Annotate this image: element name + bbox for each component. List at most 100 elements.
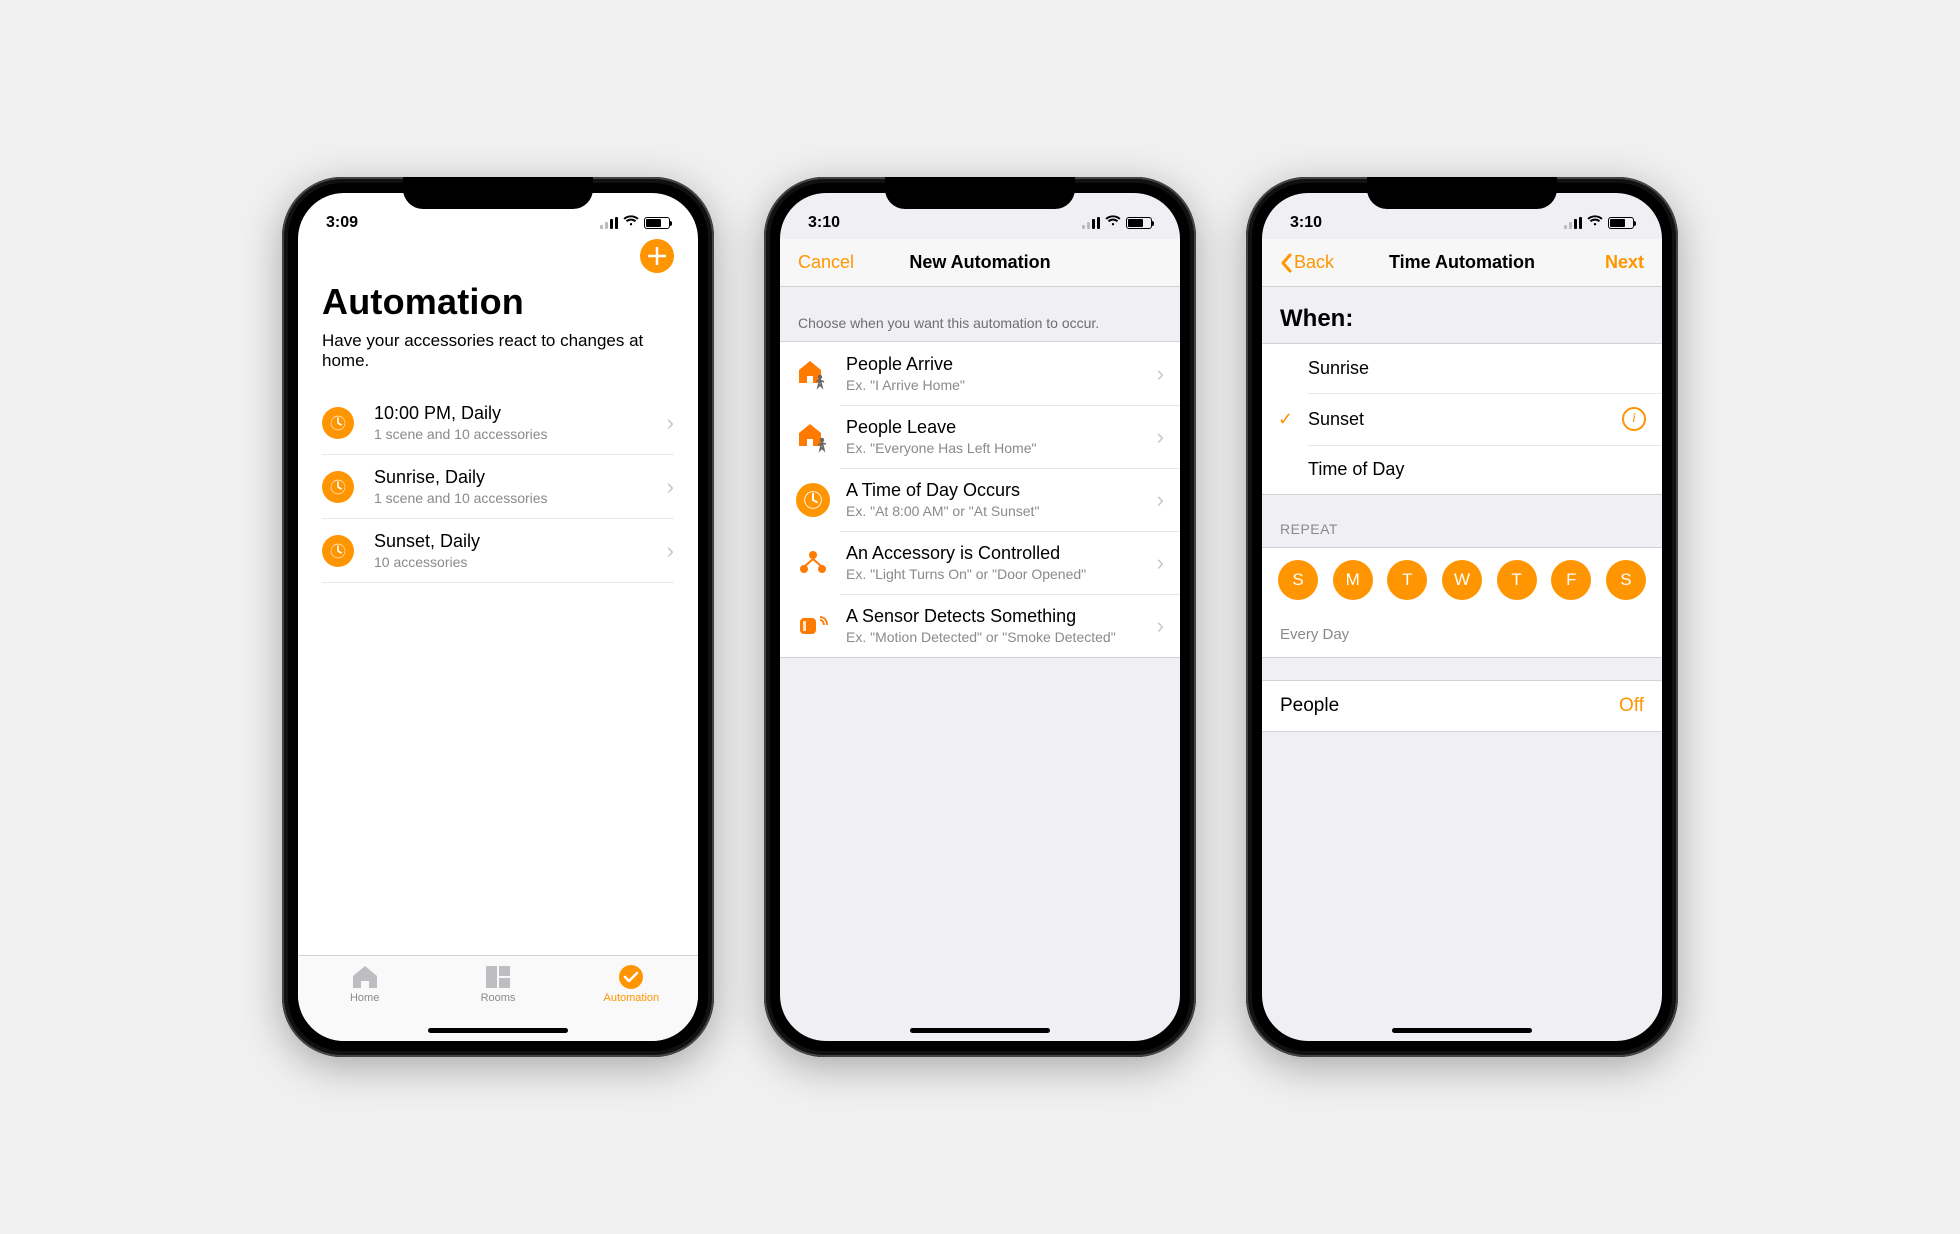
clock-icon — [796, 483, 830, 517]
automation-subtitle: 1 scene and 10 accessories — [374, 426, 659, 442]
automation-subtitle: 1 scene and 10 accessories — [374, 490, 659, 506]
tab-home[interactable]: Home — [298, 956, 431, 1041]
home-icon — [350, 964, 380, 990]
automation-subtitle: 10 accessories — [374, 554, 659, 570]
when-option-sunset[interactable]: ✓ Sunset i — [1262, 393, 1662, 445]
clock-icon — [322, 407, 354, 439]
option-label: Sunset — [1302, 409, 1622, 430]
wifi-icon — [623, 214, 639, 232]
trigger-people-leave[interactable]: People Leave Ex. "Everyone Has Left Home… — [780, 405, 1180, 468]
trigger-title: An Accessory is Controlled — [846, 543, 1149, 564]
battery-icon — [1608, 217, 1634, 229]
day-toggle[interactable]: T — [1497, 560, 1537, 600]
wifi-icon — [1587, 214, 1603, 232]
trigger-people-arrive[interactable]: People Arrive Ex. "I Arrive Home" › — [780, 342, 1180, 405]
chevron-right-icon: › — [1149, 424, 1164, 450]
signal-icon — [1564, 217, 1582, 229]
repeat-label: REPEAT — [1262, 495, 1662, 547]
trigger-subtitle: Ex. "Everyone Has Left Home" — [846, 440, 1149, 456]
chevron-left-icon — [1280, 253, 1292, 273]
day-toggle[interactable]: T — [1387, 560, 1427, 600]
clock-icon — [322, 535, 354, 567]
trigger-title: A Time of Day Occurs — [846, 480, 1149, 501]
cancel-button[interactable]: Cancel — [798, 252, 868, 273]
chevron-right-icon: › — [659, 538, 674, 564]
check-icon: ✓ — [1278, 409, 1302, 430]
notch — [1367, 177, 1557, 209]
people-label: People — [1280, 695, 1339, 717]
add-automation-button[interactable] — [640, 239, 674, 273]
trigger-subtitle: Ex. "Light Turns On" or "Door Opened" — [846, 566, 1149, 582]
automation-row[interactable]: Sunrise, Daily 1 scene and 10 accessorie… — [322, 455, 674, 519]
sensor-icon — [796, 609, 830, 643]
trigger-title: People Arrive — [846, 354, 1149, 375]
trigger-subtitle: Ex. "At 8:00 AM" or "At Sunset" — [846, 503, 1149, 519]
page-subtitle: Have your accessories react to changes a… — [322, 331, 674, 371]
next-button[interactable]: Next — [1574, 252, 1644, 273]
trigger-title: People Leave — [846, 417, 1149, 438]
nav-bar: Back Time Automation Next — [1262, 239, 1662, 287]
section-prompt: Choose when you want this automation to … — [780, 287, 1180, 341]
option-label: Time of Day — [1302, 459, 1646, 480]
signal-icon — [600, 217, 618, 229]
trigger-subtitle: Ex. "Motion Detected" or "Smoke Detected… — [846, 629, 1149, 645]
day-toggle[interactable]: S — [1278, 560, 1318, 600]
trigger-accessory-controlled[interactable]: An Accessory is Controlled Ex. "Light Tu… — [780, 531, 1180, 594]
home-indicator[interactable] — [910, 1028, 1050, 1033]
nav-title: New Automation — [909, 252, 1050, 273]
chevron-right-icon: › — [659, 410, 674, 436]
trigger-sensor-detects[interactable]: A Sensor Detects Something Ex. "Motion D… — [780, 594, 1180, 657]
automation-row[interactable]: 10:00 PM, Daily 1 scene and 10 accessori… — [322, 391, 674, 455]
tab-label: Rooms — [481, 992, 516, 1004]
trigger-title: A Sensor Detects Something — [846, 606, 1149, 627]
chevron-right-icon: › — [1149, 550, 1164, 576]
when-option-sunrise[interactable]: Sunrise — [1262, 344, 1662, 393]
chevron-right-icon: › — [659, 474, 674, 500]
people-row[interactable]: People Off — [1262, 680, 1662, 732]
notch — [403, 177, 593, 209]
signal-icon — [1082, 217, 1100, 229]
status-time: 3:09 — [326, 214, 358, 232]
people-arrive-icon — [796, 357, 830, 391]
home-indicator[interactable] — [1392, 1028, 1532, 1033]
chevron-right-icon: › — [1149, 361, 1164, 387]
automation-title: Sunrise, Daily — [374, 467, 659, 488]
back-button[interactable]: Back — [1280, 252, 1350, 273]
people-leave-icon — [796, 420, 830, 454]
phone-automation-list: 3:09 Automation Have your accessories re… — [282, 177, 714, 1057]
tab-automation[interactable]: Automation — [565, 956, 698, 1041]
phone-time-automation: 3:10 Back Time Automation Next When: — [1246, 177, 1678, 1057]
wifi-icon — [1105, 214, 1121, 232]
nav-title: Time Automation — [1389, 252, 1535, 273]
info-button[interactable]: i — [1622, 407, 1646, 431]
automation-row[interactable]: Sunset, Daily 10 accessories › — [322, 519, 674, 583]
tab-label: Home — [350, 992, 379, 1004]
day-toggle[interactable]: S — [1606, 560, 1646, 600]
nav-bar: Cancel New Automation — [780, 239, 1180, 287]
when-option-time-of-day[interactable]: Time of Day — [1262, 445, 1662, 494]
accessory-icon — [796, 546, 830, 580]
automation-title: 10:00 PM, Daily — [374, 403, 659, 424]
tab-label: Automation — [603, 992, 659, 1004]
page-title: Automation — [322, 281, 674, 323]
automation-icon — [616, 964, 646, 990]
people-value: Off — [1619, 695, 1644, 717]
day-toggle[interactable]: M — [1333, 560, 1373, 600]
battery-icon — [1126, 217, 1152, 229]
chevron-right-icon: › — [1149, 613, 1164, 639]
option-label: Sunrise — [1302, 358, 1646, 379]
automation-title: Sunset, Daily — [374, 531, 659, 552]
battery-icon — [644, 217, 670, 229]
everyday-label: Every Day — [1262, 612, 1662, 658]
status-time: 3:10 — [808, 214, 840, 232]
chevron-right-icon: › — [1149, 487, 1164, 513]
day-toggle[interactable]: W — [1442, 560, 1482, 600]
trigger-time-of-day[interactable]: A Time of Day Occurs Ex. "At 8:00 AM" or… — [780, 468, 1180, 531]
trigger-subtitle: Ex. "I Arrive Home" — [846, 377, 1149, 393]
day-toggle[interactable]: F — [1551, 560, 1591, 600]
rooms-icon — [483, 964, 513, 990]
notch — [885, 177, 1075, 209]
home-indicator[interactable] — [428, 1028, 568, 1033]
when-label: When: — [1262, 287, 1662, 343]
phone-new-automation: 3:10 Cancel New Automation Choose when y… — [764, 177, 1196, 1057]
